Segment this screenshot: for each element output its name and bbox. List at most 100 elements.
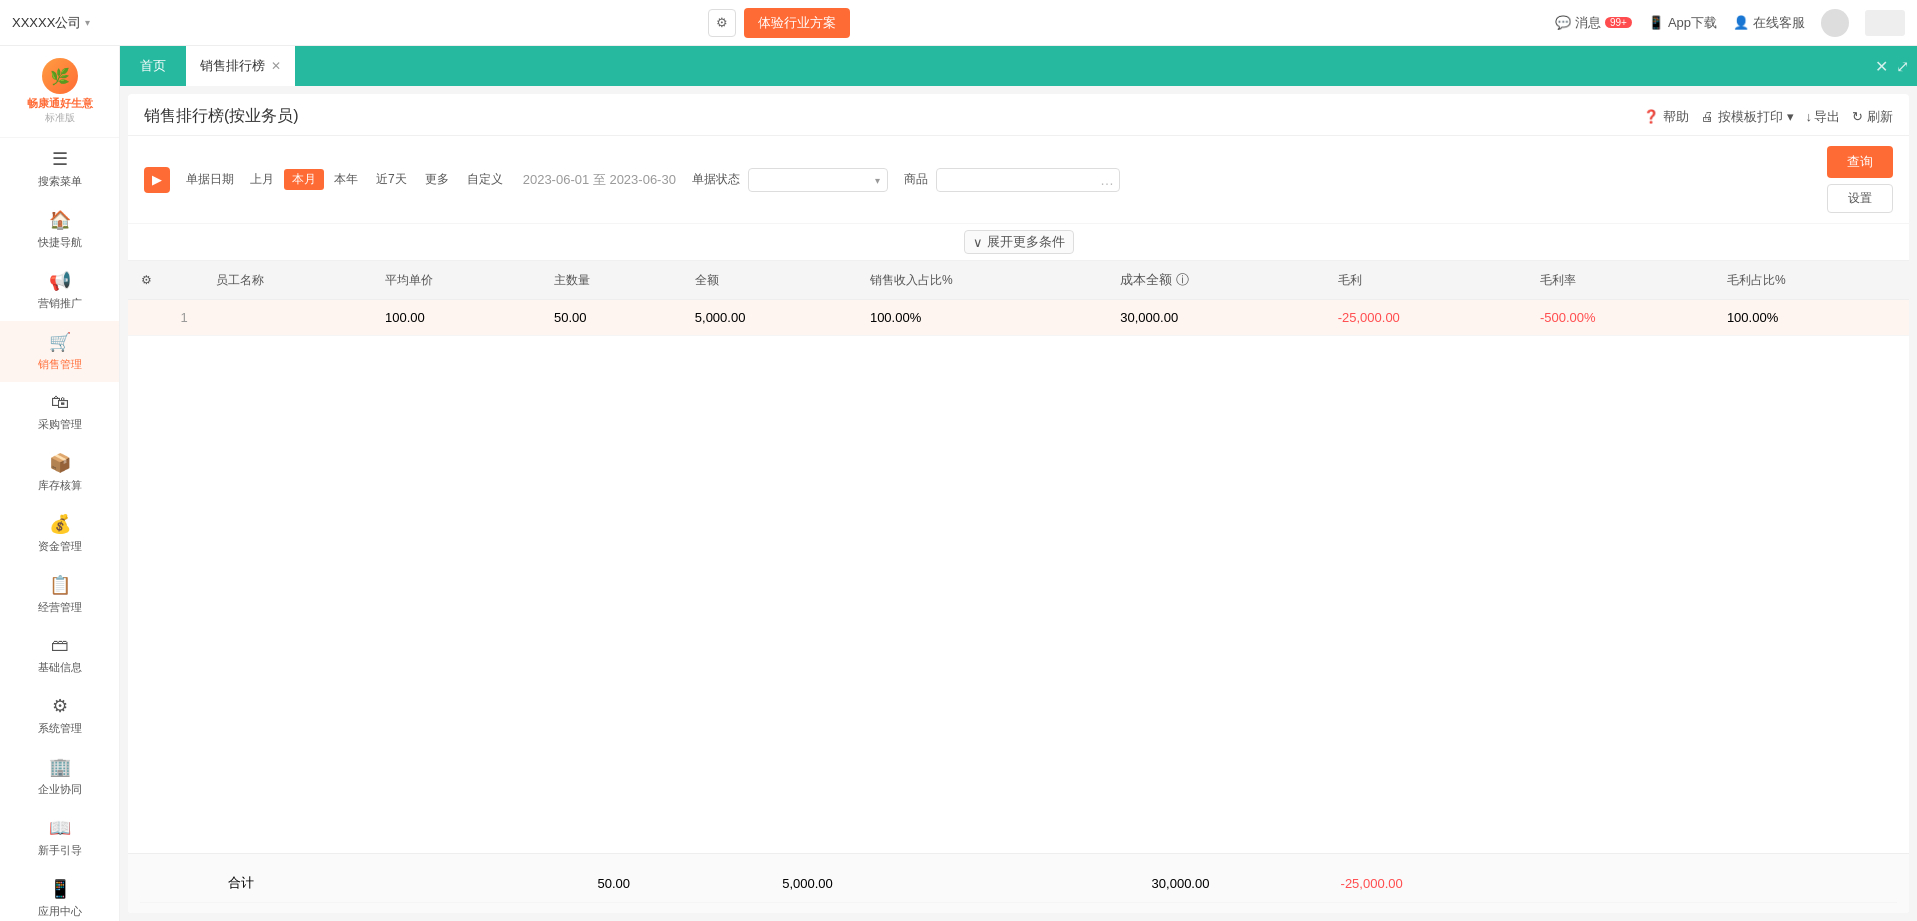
logo-sub: 标准版 [45,111,75,125]
cell-sales-pct: 100.00% [858,300,1108,336]
window-close-icon[interactable]: ✕ [1875,57,1888,76]
col-employee: 员工名称 [204,261,373,300]
goods-filter-group: 商品 … [904,168,1120,192]
cell-rank: 1 [164,300,204,336]
company-selector[interactable]: XXXXX公司 ▾ [12,14,700,32]
date-filter-group: 单据日期 上月 本月 本年 近7天 更多 自定义 2023-06-01 至 20… [186,169,676,190]
goods-input[interactable] [936,168,1120,192]
col-rank [164,261,204,300]
col-gross-rate: 毛利率 [1528,261,1715,300]
message-icon: 💬 [1555,15,1571,30]
table-row: 1 100.00 50.00 5,000.00 100.00% 30,000.0… [128,300,1909,336]
logo-text: 畅康通好生意 [27,96,93,111]
online-service-button[interactable]: 👤 在线客服 [1733,14,1805,32]
app-download-button[interactable]: 📱 App下载 [1648,14,1717,32]
date-tab-current-year[interactable]: 本年 [326,169,366,190]
col-cost: 成本全额 ⓘ [1108,261,1325,300]
sidebar-item-basics[interactable]: 🗃 基础信息 [0,625,119,685]
footer-total-row: 合计 50.00 5,000.00 30,000.00 -25,000.00 [128,853,1909,913]
top-bar: XXXXX公司 ▾ ⚙ 体验行业方案 💬 消息 99+ 📱 App下载 👤 在线… [0,0,1917,46]
gear-icon: ⚙ [716,15,728,30]
purchase-icon: 🛍 [51,392,69,413]
sidebar-item-system[interactable]: ⚙ 系统管理 [0,685,119,746]
sidebar-item-enterprise[interactable]: 🏢 企业协同 [0,746,119,807]
inventory-icon: 📦 [49,452,71,474]
print-icon: 🖨 [1701,109,1714,124]
settings-gear-button[interactable]: ⚙ [708,9,736,37]
sidebar-item-quick-nav[interactable]: 🏠 快捷导航 [0,199,119,260]
template-print-button[interactable]: 🖨 按模板打印 ▾ [1701,108,1794,126]
filter-bar: ▶ 单据日期 上月 本月 本年 近7天 更多 自定义 2023-06-01 至 [128,136,1909,224]
company-chevron-icon: ▾ [85,17,90,28]
goods-more-icon: … [1100,172,1114,188]
main-layout: 🌿 畅康通好生意 标准版 ☰ 搜索菜单 🏠 快捷导航 📢 营销推广 🛒 销售管理… [0,46,1917,921]
table-header-row: ⚙ 员工名称 平均单价 主数量 全额 销售收入占比% 成本全额 ⓘ 毛利 毛利率 [128,261,1909,300]
cell-cost: 30,000.00 [1108,300,1325,336]
tab-home[interactable]: 首页 [120,46,186,86]
avatar[interactable] [1821,9,1849,37]
query-button[interactable]: 查询 [1827,146,1893,178]
sidebar-logo: 🌿 畅康通好生意 标准版 [0,46,119,138]
help-icon: ❓ [1643,109,1659,124]
sales-icon: 🛒 [49,331,71,353]
tab-sales-ranking[interactable]: 销售排行榜 ✕ [186,46,295,86]
footer-table: 合计 50.00 5,000.00 30,000.00 -25,000.00 [140,864,1897,903]
date-tab-custom[interactable]: 自定义 [459,169,511,190]
page-title: 销售排行榜(按业务员) [144,106,299,127]
tab-bar: 首页 销售排行榜 ✕ ✕ ⤢ [120,46,1917,86]
page-content: 销售排行榜(按业务员) ❓ 帮助 🖨 按模板打印 ▾ ↓ 导出 [128,94,1909,913]
message-button[interactable]: 💬 消息 99+ [1555,14,1632,32]
company-name: XXXXX公司 [12,14,81,32]
footer-qty: 50.00 [585,864,770,903]
service-icon: 👤 [1733,15,1749,30]
page-actions: ❓ 帮助 🖨 按模板打印 ▾ ↓ 导出 ↻ 刷新 [1643,108,1894,126]
sidebar-item-apps[interactable]: 📱 应用中心 [0,868,119,921]
message-badge: 99+ [1605,17,1632,28]
col-amount: 全额 [683,261,858,300]
export-button[interactable]: ↓ 导出 [1806,108,1841,126]
cell-gross-pct: 100.00% [1715,300,1909,336]
operations-icon: 📋 [49,574,71,596]
sidebar-item-finance[interactable]: 💰 资金管理 [0,503,119,564]
tab-close-icon[interactable]: ✕ [271,59,281,73]
sidebar-item-sales[interactable]: 🛒 销售管理 [0,321,119,382]
table-area: ⚙ 员工名称 平均单价 主数量 全额 销售收入占比% 成本全额 ⓘ 毛利 毛利率 [128,261,1909,853]
app-icon: 📱 [1648,15,1664,30]
col-avg-price: 平均单价 [373,261,542,300]
sidebar-item-guide[interactable]: 📖 新手引导 [0,807,119,868]
query-btn-area: 查询 设置 [1827,146,1893,213]
filter-settings-button[interactable]: 设置 [1827,184,1893,213]
cell-main-qty: 50.00 [542,300,683,336]
expand-chevron-icon: ∨ [973,235,983,250]
sidebar-item-operations[interactable]: 📋 经营管理 [0,564,119,625]
expand-more-button[interactable]: ∨ 展开更多条件 [964,230,1074,254]
sidebar-item-marketing[interactable]: 📢 营销推广 [0,260,119,321]
status-filter-group: 单据状态 [692,168,888,192]
cell-gross-rate: -500.00% [1528,300,1715,336]
date-tab-more[interactable]: 更多 [417,169,457,190]
basics-icon: 🗃 [51,635,69,656]
finance-icon: 💰 [49,513,71,535]
date-tab-current-month[interactable]: 本月 [284,169,324,190]
col-settings[interactable]: ⚙ [128,261,164,300]
date-filter-label: 单据日期 [186,171,234,188]
filter-toggle-button[interactable]: ▶ [144,167,170,193]
sidebar-item-inventory[interactable]: 📦 库存核算 [0,442,119,503]
help-button[interactable]: ❓ 帮助 [1643,108,1689,126]
status-select[interactable] [748,168,888,192]
trial-button[interactable]: 体验行业方案 [744,8,850,38]
sidebar-item-search[interactable]: ☰ 搜索菜单 [0,138,119,199]
window-expand-icon[interactable]: ⤢ [1896,57,1909,76]
cell-avg-price: 100.00 [373,300,542,336]
sidebar-item-purchase[interactable]: 🛍 采购管理 [0,382,119,442]
refresh-button[interactable]: ↻ 刷新 [1852,108,1893,126]
col-gross-pct: 毛利占比% [1715,261,1909,300]
cell-gross: -25,000.00 [1326,300,1528,336]
cell-employee [204,300,373,336]
date-tab-7days[interactable]: 近7天 [368,169,415,190]
marketing-icon: 📢 [49,270,71,292]
date-tab-last-month[interactable]: 上月 [242,169,282,190]
refresh-icon: ↻ [1852,109,1863,124]
goods-filter-label: 商品 [904,171,928,188]
tab-actions: ✕ ⤢ [1875,57,1917,76]
